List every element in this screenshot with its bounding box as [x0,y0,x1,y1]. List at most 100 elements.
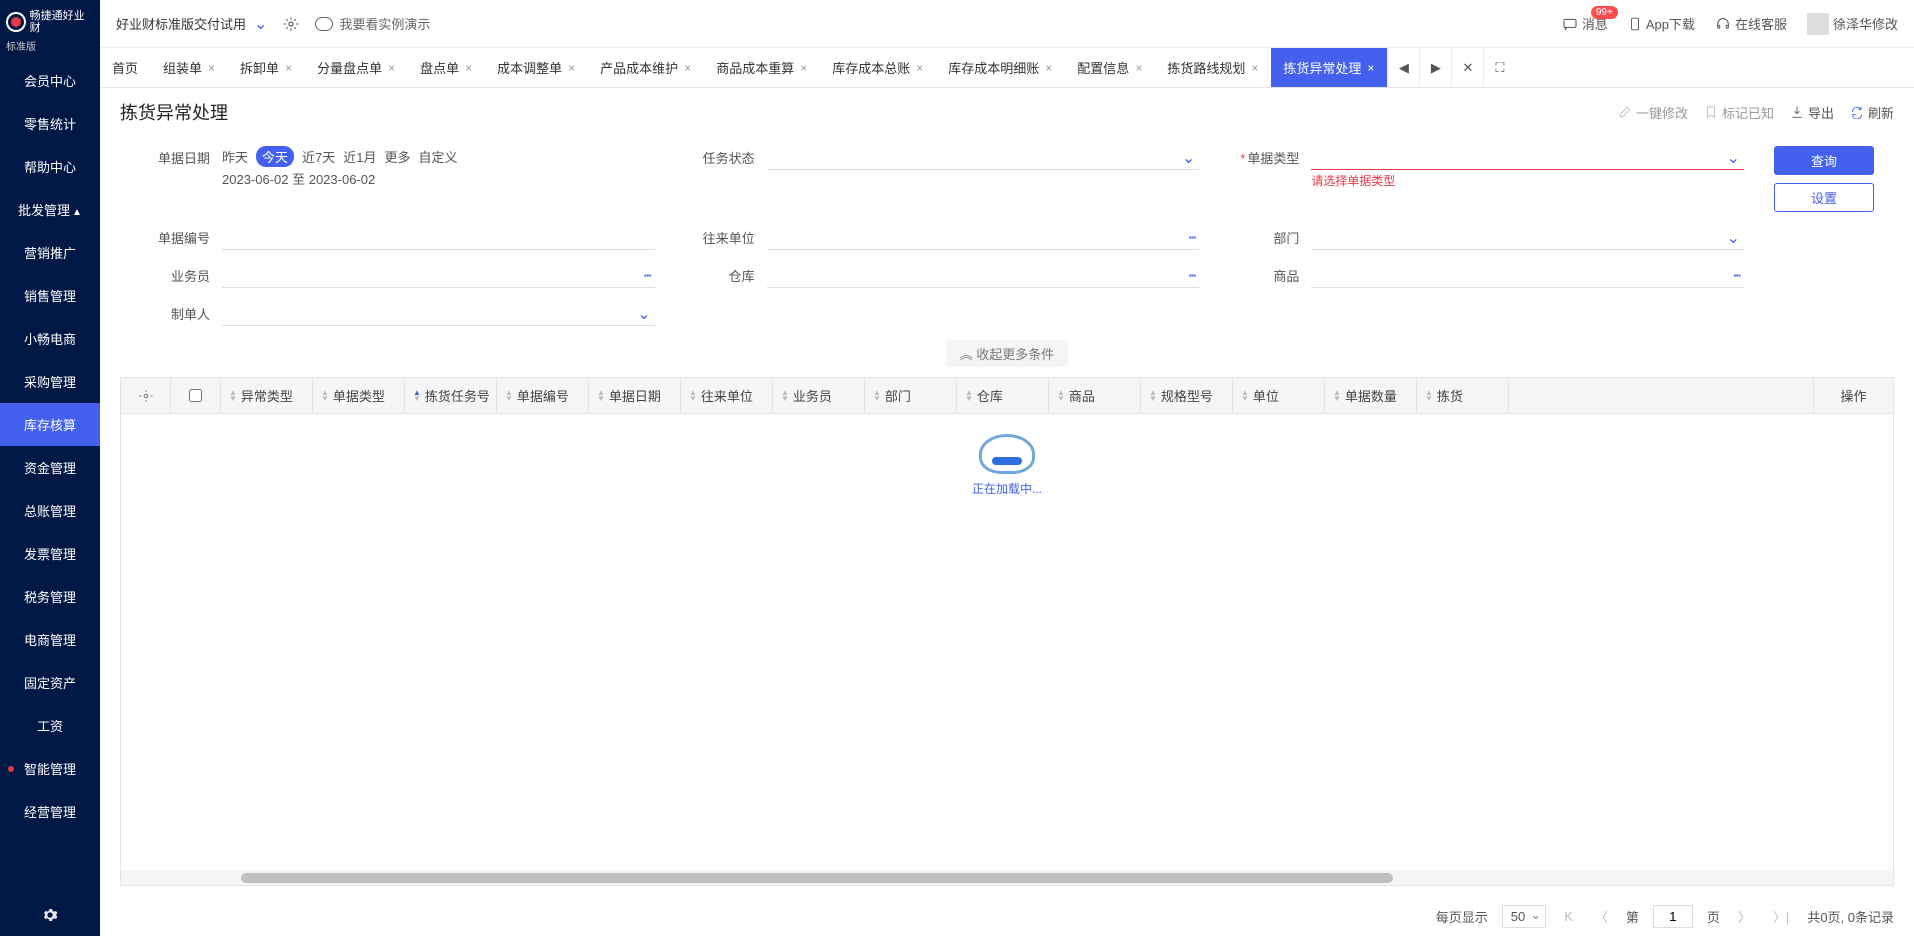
settings-button[interactable]: 设置 [1774,183,1874,212]
close-icon[interactable]: × [684,61,691,75]
close-icon[interactable]: × [465,61,472,75]
tab[interactable]: 成本调整单× [485,48,588,87]
date-quick-option[interactable]: 昨天 [222,147,248,166]
tab[interactable]: 分量盘点单× [305,48,408,87]
close-icon[interactable]: × [800,61,807,75]
sidebar-item[interactable]: 小畅电商 [0,317,100,360]
select-all-checkbox[interactable] [171,378,221,413]
product-picker[interactable]: ··· [1311,264,1744,288]
creator-select[interactable]: ⌄ [222,302,655,326]
close-icon[interactable]: × [568,61,575,75]
refresh-button[interactable]: 刷新 [1850,103,1894,122]
column-config-button[interactable] [121,378,171,413]
close-icon[interactable]: × [285,61,292,75]
collapse-filters-button[interactable]: ︽ 收起更多条件 [946,340,1069,367]
pager-last-button[interactable]: 〉| [1769,907,1793,926]
app-download-button[interactable]: App下载 [1628,14,1695,33]
product-selector[interactable]: 好业财标准版交付试用 ⌄ [116,14,267,34]
column-header[interactable]: ▲▼往来单位 [681,378,773,413]
column-header[interactable]: ▲▼单据编号 [497,378,589,413]
close-icon[interactable]: × [916,61,923,75]
per-page-select[interactable]: 50 [1502,905,1546,928]
dept-select[interactable]: ⌄ [1311,226,1744,250]
demo-link[interactable]: 我要看实例演示 [315,14,430,33]
sidebar-item[interactable]: 销售管理 [0,274,100,317]
tabs-scroll-left[interactable]: ◀ [1387,48,1419,87]
nav-settings[interactable] [0,897,100,936]
tab[interactable]: 组装单× [151,48,228,87]
mark-known-button[interactable]: 标记已知 [1704,103,1774,122]
close-icon[interactable]: × [1135,61,1142,75]
pager-prev-button[interactable]: 〈 [1591,907,1612,926]
date-quick-option[interactable]: 自定义 [419,147,458,166]
messages-button[interactable]: 消息 99+ [1562,14,1608,33]
close-icon[interactable]: × [208,61,215,75]
column-header[interactable]: ▲▼拣货任务号 [405,378,497,413]
tab[interactable]: 拣货路线规划× [1155,48,1271,87]
query-button[interactable]: 查询 [1774,146,1874,175]
checkbox[interactable] [189,389,202,402]
tab[interactable]: 产品成本维护× [588,48,704,87]
column-header[interactable]: ▲▼商品 [1049,378,1141,413]
column-header[interactable]: ▲▼单据日期 [589,378,681,413]
export-button[interactable]: 导出 [1790,103,1834,122]
date-quick-option[interactable]: 近7天 [302,147,335,166]
sidebar-item[interactable]: 资金管理 [0,446,100,489]
date-quick-option[interactable]: 今天 [256,146,294,167]
sidebar-item[interactable]: 固定资产 [0,661,100,704]
column-header[interactable]: ▲▼业务员 [773,378,865,413]
tab[interactable]: 盘点单× [408,48,485,87]
tabs-close-all[interactable]: ✕ [1451,48,1483,87]
tab[interactable]: 首页 [100,48,151,87]
sidebar-item[interactable]: 帮助中心 [0,145,100,188]
close-icon[interactable]: × [388,61,395,75]
partner-picker[interactable]: ··· [767,226,1200,250]
tab[interactable]: 配置信息× [1065,48,1155,87]
bulk-modify-button[interactable]: 一键修改 [1618,103,1688,122]
warehouse-picker[interactable]: ··· [767,264,1200,288]
task-status-select[interactable]: ⌄ [767,146,1200,170]
sidebar-item[interactable]: 批发管理▲ [0,188,100,231]
close-icon[interactable]: × [1251,61,1258,75]
pager-first-button[interactable]: K [1560,909,1577,924]
sidebar-item[interactable]: 采购管理 [0,360,100,403]
sidebar-item[interactable]: 总账管理 [0,489,100,532]
horizontal-scrollbar[interactable] [121,871,1893,885]
sidebar-item[interactable]: 会员中心 [0,59,100,102]
column-header[interactable]: ▲▼规格型号 [1141,378,1233,413]
page-input[interactable] [1653,905,1693,928]
column-header[interactable]: ▲▼单位 [1233,378,1325,413]
sidebar-item[interactable]: 营销推广 [0,231,100,274]
sidebar-item[interactable]: 税务管理 [0,575,100,618]
close-icon[interactable]: × [1045,61,1052,75]
doc-type-select[interactable]: ⌄ [1311,146,1744,170]
sidebar-item[interactable]: 零售统计 [0,102,100,145]
column-header[interactable]: ▲▼单据数量 [1325,378,1417,413]
tab[interactable]: 库存成本总账× [820,48,936,87]
column-header[interactable]: ▲▼异常类型 [221,378,313,413]
settings-button[interactable] [283,16,299,32]
sidebar-item[interactable]: 库存核算 [0,403,100,446]
tab[interactable]: 拆卸单× [228,48,305,87]
column-header[interactable]: ▲▼拣货 [1417,378,1509,413]
sidebar-item[interactable]: 经营管理 [0,790,100,833]
user-menu[interactable]: 徐泽华修改 [1807,13,1898,35]
column-header[interactable]: ▲▼仓库 [957,378,1049,413]
pager-next-button[interactable]: 〉 [1734,907,1755,926]
sidebar-item[interactable]: 工资 [0,704,100,747]
support-button[interactable]: 在线客服 [1715,14,1787,33]
sidebar-item[interactable]: 智能管理 [0,747,100,790]
column-header[interactable]: ▲▼单据类型 [313,378,405,413]
tab[interactable]: 拣货异常处理× [1271,48,1387,87]
tab[interactable]: 库存成本明细账× [936,48,1065,87]
sidebar-item[interactable]: 发票管理 [0,532,100,575]
date-quick-option[interactable]: 近1月 [343,147,376,166]
tabs-scroll-right[interactable]: ▶ [1419,48,1451,87]
column-header[interactable]: ▲▼部门 [865,378,957,413]
sales-picker[interactable]: ··· [222,264,655,288]
tab[interactable]: 商品成本重算× [704,48,820,87]
close-icon[interactable]: × [1367,61,1374,75]
fullscreen-button[interactable]: ⛶ [1483,48,1515,87]
doc-no-input[interactable] [222,226,655,250]
sidebar-item[interactable]: 电商管理 [0,618,100,661]
